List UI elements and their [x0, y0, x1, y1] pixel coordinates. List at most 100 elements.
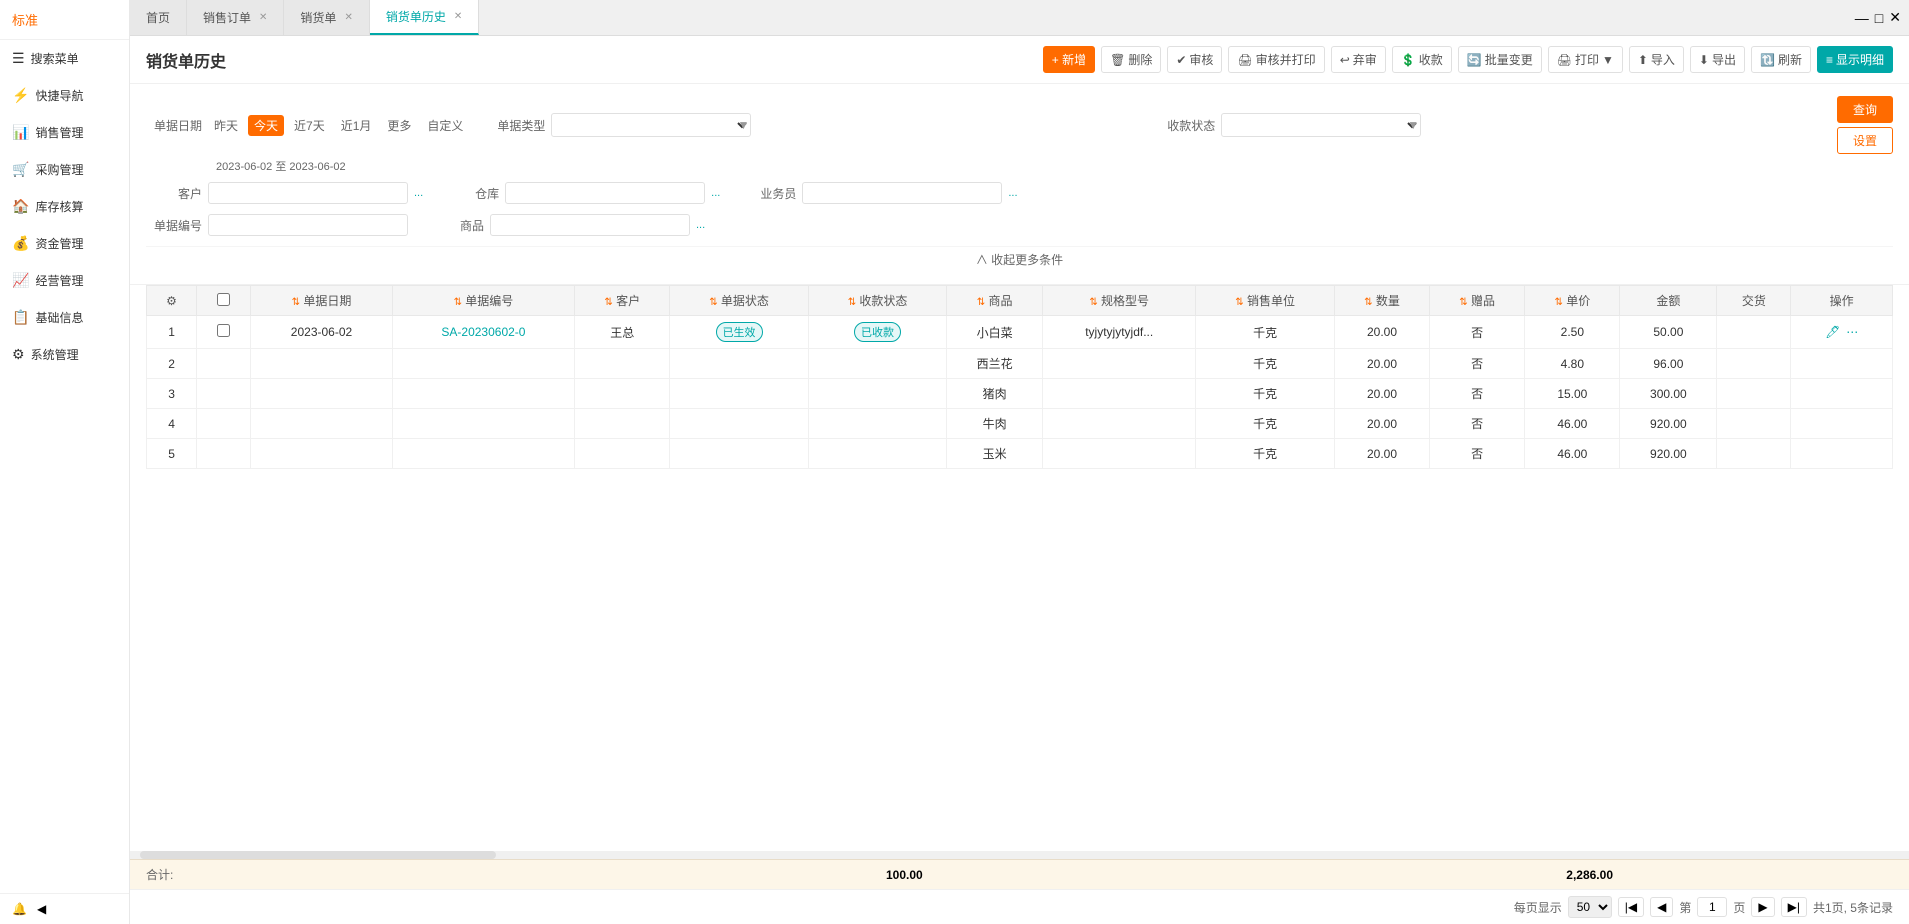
sidebar-item-basic-info[interactable]: 📋 基础信息	[0, 299, 129, 336]
cell-spec: tyjytyjytyjdf...	[1042, 316, 1195, 349]
salesperson-dots[interactable]: ...	[1008, 187, 1017, 199]
more-op-button[interactable]: ⋯	[1843, 325, 1861, 339]
col-customer: ⇅ 客户	[575, 286, 670, 316]
sort-paystatus-icon[interactable]: ⇅	[848, 297, 856, 308]
import-button[interactable]: ⬆ 导入	[1629, 46, 1684, 73]
payment-status-select[interactable]	[1221, 113, 1421, 137]
select-all-checkbox[interactable]	[217, 293, 230, 306]
sidebar-item-system-mgmt[interactable]: ⚙ 系统管理	[0, 336, 129, 373]
tab-close-icon[interactable]: ✕	[1889, 9, 1901, 26]
date-7days[interactable]: 近7天	[288, 115, 331, 136]
goods-dots[interactable]: ...	[696, 219, 705, 231]
col-price: ⇅ 单价	[1525, 286, 1620, 316]
tab-minimize-icon[interactable]: —	[1855, 10, 1869, 26]
export-button[interactable]: ⬇ 导出	[1690, 46, 1745, 73]
sidebar-item-search-menu[interactable]: ☰ 搜索菜单	[0, 40, 129, 77]
sort-qty-icon[interactable]: ⇅	[1364, 297, 1372, 308]
audit-button[interactable]: ✔ 审核	[1167, 46, 1222, 73]
audit-print-button[interactable]: 🖨 审核并打印	[1228, 46, 1324, 73]
warehouse-input[interactable]	[505, 182, 705, 204]
date-custom[interactable]: 自定义	[421, 115, 469, 136]
sidebar-item-label: 销售管理	[35, 124, 83, 141]
customer-input[interactable]	[208, 182, 408, 204]
row-checkbox[interactable]	[217, 324, 230, 337]
collapse-filter[interactable]: ∧ 收起更多条件	[146, 246, 1893, 272]
doc-type-label: 单据类型	[489, 117, 545, 134]
sidebar-item-label: 资金管理	[35, 235, 83, 252]
batch-change-button[interactable]: 🔄 批量变更	[1458, 46, 1542, 73]
sort-unit-icon[interactable]: ⇅	[1235, 297, 1243, 308]
sort-docno-icon[interactable]: ⇅	[454, 297, 462, 308]
page-last-button[interactable]: ▶|	[1781, 897, 1807, 917]
col-settings[interactable]: ⚙	[147, 286, 197, 316]
show-detail-button[interactable]: ≡ 显示明细	[1817, 46, 1893, 73]
abandon-button[interactable]: ↩ 弃审	[1331, 46, 1386, 73]
export-icon: ⬇	[1699, 53, 1709, 67]
goods-input[interactable]	[490, 214, 690, 236]
horizontal-scrollbar[interactable]	[130, 851, 1909, 859]
content-area: 销货单历史 + 新增 🗑 删除 ✔ 审核 🖨 审核并打印 ↩ 弃审	[130, 36, 1909, 924]
tab-sales-order[interactable]: 销售订单 ✕	[187, 0, 284, 35]
sidebar-item-inventory[interactable]: 🏠 库存核算	[0, 188, 129, 225]
salesperson-input[interactable]	[802, 182, 1002, 204]
warehouse-dots[interactable]: ...	[711, 187, 720, 199]
per-page-select[interactable]: 50	[1568, 896, 1612, 918]
cell-checkbox[interactable]	[197, 349, 251, 379]
doc-status-badge: 已生效	[716, 322, 763, 342]
sort-date-icon[interactable]: ⇅	[292, 297, 300, 308]
audit-icon: ✔	[1176, 53, 1186, 67]
sidebar-item-sales-mgmt[interactable]: 📊 销售管理	[0, 114, 129, 151]
tab-home[interactable]: 首页	[130, 0, 187, 35]
edit-op-button[interactable]: 🖊	[1822, 325, 1843, 339]
cell-checkbox[interactable]	[197, 409, 251, 439]
doc-type-select[interactable]	[551, 113, 751, 137]
sidebar-item-finance-mgmt[interactable]: 💰 资金管理	[0, 225, 129, 262]
print-button[interactable]: 🖨 打印 ▼	[1548, 46, 1623, 73]
tab-sales-history-close[interactable]: ✕	[454, 11, 462, 22]
tab-sales-delivery[interactable]: 销货单 ✕	[284, 0, 369, 35]
page-prev-button[interactable]: ◀	[1650, 897, 1673, 917]
tab-sales-order-close[interactable]: ✕	[259, 12, 267, 23]
sidebar-item-purchase-mgmt[interactable]: 🛒 采购管理	[0, 151, 129, 188]
new-button[interactable]: + 新增	[1043, 46, 1095, 73]
col-trade: 交货	[1717, 286, 1791, 316]
sort-customer-icon[interactable]: ⇅	[604, 297, 612, 308]
cell-customer	[575, 349, 670, 379]
doc-no-link[interactable]: SA-20230602-0	[441, 325, 525, 339]
collect-button[interactable]: 💲 收款	[1392, 46, 1452, 73]
col-checkbox[interactable]	[197, 286, 251, 316]
sort-docstatus-icon[interactable]: ⇅	[709, 297, 717, 308]
cell-checkbox[interactable]	[197, 439, 251, 469]
sort-goods-icon[interactable]: ⇅	[977, 297, 985, 308]
tab-maximize-icon[interactable]: □	[1875, 10, 1883, 26]
date-today[interactable]: 今天	[248, 115, 284, 136]
page-next-button[interactable]: ▶	[1751, 897, 1774, 917]
tab-sales-delivery-close[interactable]: ✕	[344, 12, 352, 23]
date-more[interactable]: 更多	[381, 115, 417, 136]
page-title: 销货单历史	[146, 48, 226, 72]
sidebar-item-quick-nav[interactable]: ⚡ 快捷导航	[0, 77, 129, 114]
filter-row-3: 单据编号 商品 ...	[146, 214, 1893, 236]
refresh-button[interactable]: 🔃 刷新	[1751, 46, 1811, 73]
delete-button[interactable]: 🗑 删除	[1101, 46, 1161, 73]
sort-spec-icon[interactable]: ⇅	[1089, 297, 1097, 308]
cell-checkbox[interactable]	[197, 379, 251, 409]
tab-sales-history[interactable]: 销货单历史 ✕	[370, 0, 479, 35]
page-first-button[interactable]: |◀	[1618, 897, 1644, 917]
cell-checkbox[interactable]	[197, 316, 251, 349]
customer-dots[interactable]: ...	[414, 187, 423, 199]
docno-input[interactable]	[208, 214, 408, 236]
sort-price-icon[interactable]: ⇅	[1554, 297, 1562, 308]
sidebar-item-business-mgmt[interactable]: 📈 经营管理	[0, 262, 129, 299]
page-number-input[interactable]	[1697, 897, 1727, 917]
sort-gift-icon[interactable]: ⇅	[1459, 297, 1467, 308]
query-button[interactable]: 查询	[1837, 96, 1893, 123]
collapse-sidebar-icon[interactable]: ◀	[37, 902, 46, 916]
notification-icon[interactable]: 🔔	[12, 902, 27, 916]
date-1month[interactable]: 近1月	[335, 115, 378, 136]
total-amount: 2,286.00	[1566, 868, 1613, 882]
cell-date	[251, 349, 392, 379]
settings-button[interactable]: 设置	[1837, 127, 1893, 154]
cell-trade	[1717, 439, 1791, 469]
date-yesterday[interactable]: 昨天	[208, 115, 244, 136]
